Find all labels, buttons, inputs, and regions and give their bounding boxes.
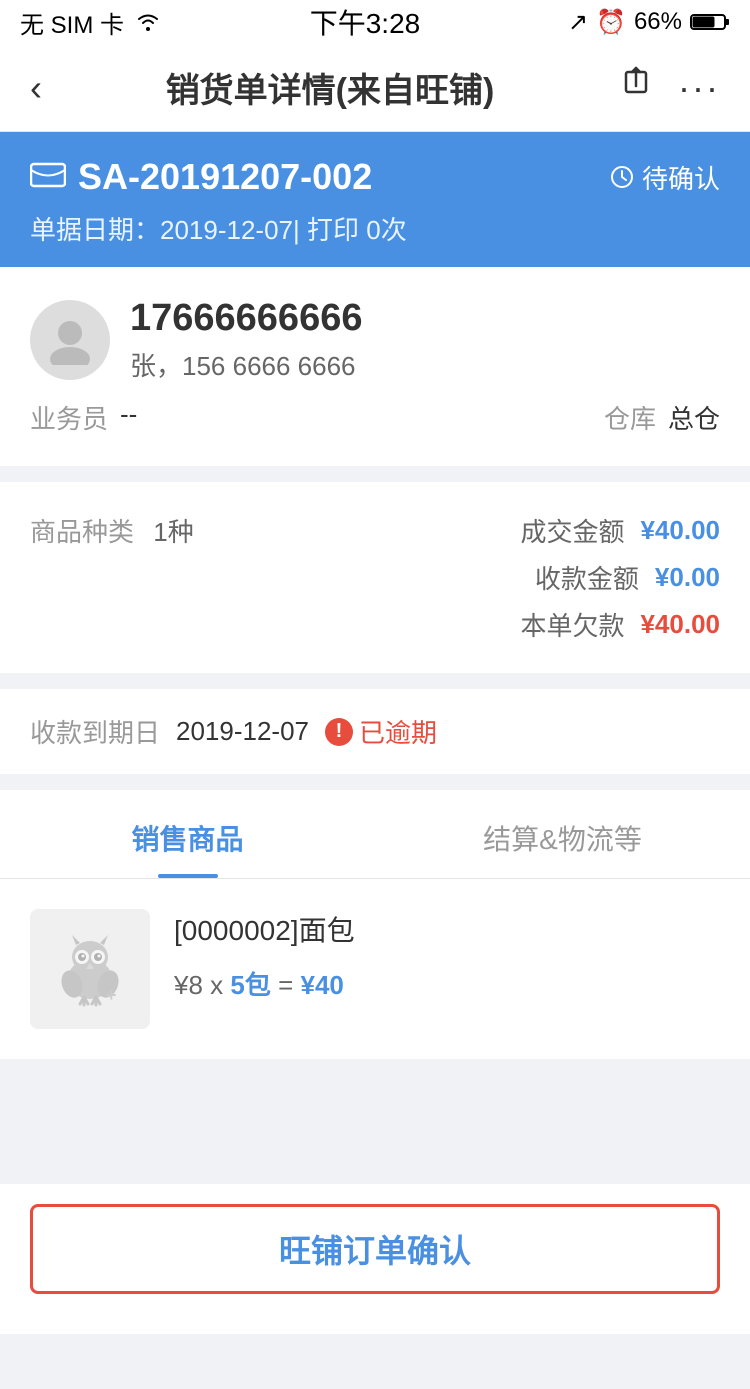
price-total: ¥40 [301,970,344,1000]
date-value: 2019-12-07 [160,215,293,245]
tab-settlement[interactable]: 结算&物流等 [375,790,750,878]
product-info: [0000002]面包 ¥8 x 5包 = ¥40 [174,909,720,1002]
product-image: + [30,909,150,1029]
summary-card: 商品种类 1种 成交金额 ¥40.00 收款金额 ¥0.00 本单欠款 ¥40.… [0,482,750,673]
print-suffix: 次 [381,215,407,245]
equals-sign: = [278,970,300,1000]
bottom-bar: 旺铺订单确认 [0,1184,750,1334]
location-icon: ↗ [568,8,588,37]
order-status: 待确认 [610,159,720,196]
order-id-text: SA-20191207-002 [78,156,372,198]
product-price: ¥8 x 5包 = ¥40 [174,965,720,1002]
tab-settlement-label: 结算&物流等 [483,824,642,855]
battery-icon [690,12,730,32]
product-thumbnail: + [50,929,130,1009]
tab-sales-products[interactable]: 销售商品 [0,790,375,878]
order-date: 单据日期：2019-12-07| 打印 0次 [30,210,720,247]
more-icon[interactable]: ··· [678,67,720,109]
due-date-card: 收款到期日 2019-12-07 ! 已逾期 [0,689,750,774]
overdue-text: 已逾期 [359,713,437,750]
customer-card: 17666666666 张，156 6666 6666 业务员 -- 仓库 总仓 [0,267,750,466]
share-icon[interactable] [618,66,654,110]
order-header: SA-20191207-002 待确认 单据日期：2019-12-07| 打印 … [0,132,750,267]
print-count: 0 [366,215,380,245]
due-label: 收款到期日 [30,713,160,750]
tab-sales-label: 销售商品 [131,824,243,855]
warehouse-label: 仓库 [604,399,656,436]
owed-value: ¥40.00 [640,609,720,640]
quantity: 5包 [230,970,270,1000]
product-type: 商品种类 1种 [30,512,194,549]
sales-value: -- [120,399,137,436]
product-type-label: 商品种类 [30,517,134,547]
overdue-icon: ! [325,718,353,746]
status-left: 无 SIM 卡 [20,5,162,40]
amount-value: ¥40.00 [640,515,720,546]
multiply-sign: x [210,970,230,1000]
received-value: ¥0.00 [655,562,720,593]
status-bar: 无 SIM 卡 下午3:28 ↗ ⏰ 66% [0,0,750,44]
nav-actions: ··· [618,66,720,110]
product-card: + [0000002]面包 ¥8 x 5包 = ¥40 [0,879,750,1059]
confirm-button[interactable]: 旺铺订单确认 [30,1204,720,1294]
sales-label: 业务员 [30,399,108,436]
overdue-badge: ! 已逾期 [325,713,437,750]
date-label: 单据日期： [30,215,160,245]
summary-right: 成交金额 ¥40.00 收款金额 ¥0.00 本单欠款 ¥40.00 [520,512,720,643]
received-row: 收款金额 ¥0.00 [535,559,720,596]
warehouse-info: 仓库 总仓 [604,399,720,436]
status-text: 待确认 [642,159,720,196]
customer-info: 17666666666 张，156 6666 6666 [130,297,362,383]
due-date-value: 2019-12-07 [176,716,309,747]
customer-phone: 17666666666 [130,297,362,340]
order-icon [30,156,66,198]
print-label: | 打印 [293,215,359,245]
battery-text: 66% [634,8,682,36]
owed-row: 本单欠款 ¥40.00 [520,606,720,643]
owed-label: 本单欠款 [520,606,624,643]
customer-meta: 业务员 -- 仓库 总仓 [30,399,720,436]
product-type-value: 1种 [153,517,193,547]
tabs-row: 销售商品 结算&物流等 [0,790,750,879]
amount-row: 成交金额 ¥40.00 [520,512,720,549]
wifi-icon [134,12,162,32]
back-button[interactable]: ‹ [30,67,42,109]
carrier-text: 无 SIM 卡 [20,5,124,40]
status-time: 下午3:28 [310,2,421,42]
tabs-container: 销售商品 结算&物流等 [0,790,750,879]
price-unit: ¥8 [174,970,203,1000]
amount-label: 成交金额 [520,512,624,549]
sales-info: 业务员 -- [30,399,137,436]
svg-text:+: + [106,985,117,1005]
avatar [30,300,110,380]
warehouse-value: 总仓 [668,399,720,436]
clock-icon [610,165,634,189]
order-id-container: SA-20191207-002 [30,156,372,198]
product-name: [0000002]面包 [174,909,720,949]
alarm-icon: ⏰ [596,8,626,37]
customer-name: 张，156 6666 6666 [130,346,362,383]
page-title: 销货单详情(来自旺铺) [166,63,495,112]
status-right: ↗ ⏰ 66% [568,8,730,37]
received-label: 收款金额 [535,559,639,596]
nav-bar: ‹ 销货单详情(来自旺铺) ··· [0,44,750,132]
customer-top: 17666666666 张，156 6666 6666 [30,297,720,383]
summary-left: 商品种类 1种 [30,512,194,549]
